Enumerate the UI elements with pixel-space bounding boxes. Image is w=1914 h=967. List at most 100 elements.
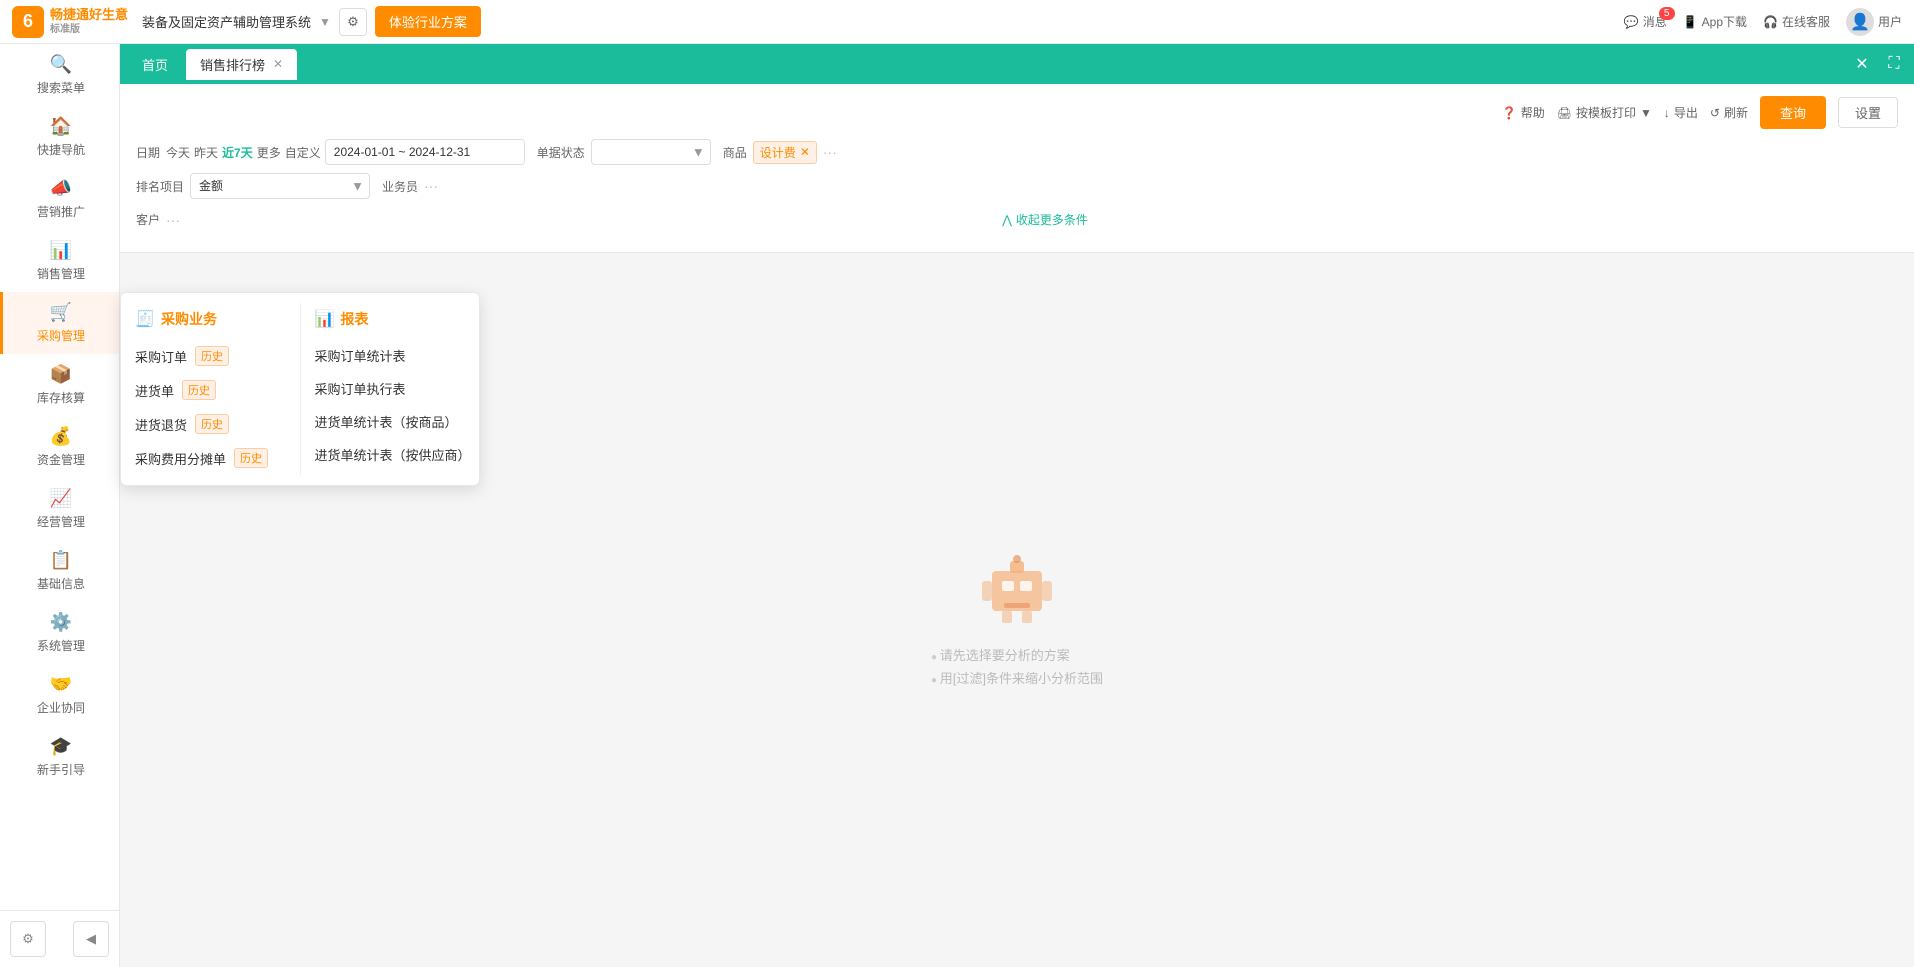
query-button[interactable]: 查询	[1760, 96, 1826, 129]
filter-row-1: 日期 今天 昨天 近7天 更多 自定义 单据状态 ▼	[136, 139, 1898, 165]
empty-hint-1: 请先选择要分析的方案	[931, 643, 1103, 666]
history-badge: 历史	[195, 414, 229, 434]
report-menu-item[interactable]: 进货单统计表（按供应商）	[311, 438, 470, 471]
sidebar-item-basic[interactable]: 📋 基础信息	[0, 540, 119, 602]
tab-sales-rank[interactable]: 销售排行榜 ✕	[186, 49, 297, 80]
top-bar: 6 畅捷通好生意 标准版 装备及固定资产辅助管理系统 ▼ ⚙ 体验行业方案 💬 …	[0, 0, 1914, 44]
logo-icon: 6	[12, 6, 44, 38]
filter-area: ❓ 帮助 🖨 按模板打印 ▼ ↓ 导出 ↺ 刷新 查询 设置	[120, 84, 1914, 253]
gear-button[interactable]: ⚙	[339, 8, 367, 36]
sidebar-item-finance[interactable]: 💰 资金管理	[0, 416, 119, 478]
sidebar-label-system: 系统管理	[37, 637, 85, 654]
sidebar-item-system[interactable]: ⚙️ 系统管理	[0, 602, 119, 664]
collapse-label: 收起更多条件	[1016, 211, 1088, 228]
date-more-btn[interactable]: 更多	[257, 144, 281, 161]
purchase-menu-item[interactable]: 采购订单历史	[131, 339, 290, 373]
settings-button[interactable]: ⚙	[10, 921, 46, 957]
purchase-item-label: 采购订单	[135, 347, 187, 366]
purchase-dropdown-menu: 🧾 采购业务 采购订单历史进货单历史进货退货历史采购费用分摊单历史 📊 报表 采…	[120, 292, 480, 486]
date-range-input[interactable]	[325, 139, 525, 165]
refresh-label: 刷新	[1724, 104, 1748, 121]
salesperson-more-btn[interactable]: ···	[424, 178, 438, 194]
maximize-window-button[interactable]: ⛶	[1882, 52, 1906, 76]
filter-row-3: 客户 ··· ⋀ 收起更多条件	[136, 207, 1898, 232]
sidebar-icon-inventory: 📦	[50, 364, 72, 385]
sidebar-label-sales: 销售管理	[37, 265, 85, 282]
customer-label: 客户	[136, 211, 160, 228]
logo-text-block: 畅捷通好生意 标准版	[50, 7, 128, 37]
content-area: 首页销售排行榜✕ ✕ ⛶ ❓ 帮助 🖨 按模板打印 ▼ ↓	[120, 44, 1914, 967]
sidebar-item-operation[interactable]: 📈 经营管理	[0, 478, 119, 540]
online-service-button[interactable]: 🎧 在线客服	[1763, 13, 1830, 30]
goods-tag-close[interactable]: ✕	[800, 145, 810, 159]
filter-toolbar: ❓ 帮助 🖨 按模板打印 ▼ ↓ 导出 ↺ 刷新 查询 设置	[136, 96, 1898, 129]
industry-button[interactable]: 体验行业方案	[375, 6, 481, 37]
date-7days-btn[interactable]: 近7天	[222, 144, 253, 161]
sidebar-item-quick[interactable]: 🏠 快捷导航	[0, 106, 119, 168]
history-badge: 历史	[234, 448, 268, 468]
purchase-menu-item[interactable]: 采购费用分摊单历史	[131, 441, 290, 475]
refresh-button[interactable]: ↺ 刷新	[1710, 104, 1748, 121]
help-label: 帮助	[1521, 104, 1545, 121]
goods-label: 商品	[723, 144, 747, 161]
print-button[interactable]: 🖨 按模板打印 ▼	[1557, 104, 1652, 121]
report-menu-item[interactable]: 进货单统计表（按商品）	[311, 405, 470, 438]
sidebar-icon-sales: 📊	[50, 240, 72, 261]
close-window-button[interactable]: ✕	[1850, 52, 1874, 76]
purchase-menu-item[interactable]: 进货单历史	[131, 373, 290, 407]
help-button[interactable]: ❓ 帮助	[1502, 104, 1545, 121]
purchase-menu-item[interactable]: 进货退货历史	[131, 407, 290, 441]
user-button[interactable]: 👤 用户	[1846, 8, 1902, 36]
message-icon: 💬	[1624, 15, 1639, 29]
app-download-button[interactable]: 📱 App下载	[1683, 13, 1747, 30]
main-layout: 🔍 搜索菜单🏠 快捷导航📣 营销推广📊 销售管理🛒 采购管理📦 库存核算💰 资金…	[0, 44, 1914, 967]
date-filter: 日期 今天 昨天 近7天 更多 自定义	[136, 139, 525, 165]
date-custom-btn[interactable]: 自定义	[285, 144, 321, 161]
tab-home[interactable]: 首页	[128, 49, 182, 80]
goods-more-btn[interactable]: ···	[823, 144, 837, 160]
print-icon: 🖨	[1557, 106, 1572, 120]
app-label: App下载	[1702, 13, 1747, 30]
sidebar-item-guide[interactable]: 🎓 新手引导	[0, 726, 119, 788]
sidebar: 🔍 搜索菜单🏠 快捷导航📣 营销推广📊 销售管理🛒 采购管理📦 库存核算💰 资金…	[0, 44, 120, 967]
empty-robot-icon	[967, 531, 1067, 631]
goods-filter: 商品 设计费 ✕ ···	[723, 141, 837, 164]
history-badge: 历史	[195, 346, 229, 366]
sidebar-item-purchase[interactable]: 🛒 采购管理	[0, 292, 119, 354]
tab-label-sales-rank: 销售排行榜	[200, 55, 265, 74]
message-button[interactable]: 💬 消息 5	[1624, 13, 1667, 30]
rank-select[interactable]: 金额	[190, 173, 370, 199]
message-badge: 5	[1659, 7, 1675, 20]
sidebar-item-inventory[interactable]: 📦 库存核算	[0, 354, 119, 416]
status-select[interactable]	[591, 139, 711, 165]
rank-label: 排名项目	[136, 178, 184, 195]
report-menu-item[interactable]: 采购订单统计表	[311, 339, 470, 372]
sidebar-item-enterprise[interactable]: 🤝 企业协同	[0, 664, 119, 726]
logo-sub: 标准版	[50, 23, 128, 36]
sidebar-label-search: 搜索菜单	[37, 79, 85, 96]
date-label: 日期	[136, 144, 160, 161]
customer-filter: 客户 ···	[136, 211, 180, 228]
user-label: 用户	[1878, 13, 1902, 30]
sys-title-dropdown-icon[interactable]: ▼	[319, 15, 331, 29]
date-today-btn[interactable]: 今天	[166, 144, 190, 161]
sidebar-label-inventory: 库存核算	[37, 389, 85, 406]
settings-button-filter[interactable]: 设置	[1838, 97, 1898, 128]
sidebar-icon-basic: 📋	[50, 550, 72, 571]
date-yesterday-btn[interactable]: 昨天	[194, 144, 218, 161]
export-button[interactable]: ↓ 导出	[1664, 104, 1698, 121]
report-menu-item[interactable]: 采购订单执行表	[311, 372, 470, 405]
empty-hint-2: 用[过滤]条件来缩小分析范围	[931, 666, 1103, 689]
sidebar-item-sales[interactable]: 📊 销售管理	[0, 230, 119, 292]
sidebar-label-guide: 新手引导	[37, 761, 85, 778]
tab-close-sales-rank[interactable]: ✕	[273, 57, 283, 71]
collapse-button[interactable]: ◀	[73, 921, 109, 957]
purchase-col: 🧾 采购业务 采购订单历史进货单历史进货退货历史采购费用分摊单历史	[121, 303, 300, 475]
collapse-button-filters[interactable]: ⋀ 收起更多条件	[998, 207, 1092, 232]
customer-more-btn[interactable]: ···	[166, 212, 180, 228]
sidebar-item-marketing[interactable]: 📣 营销推广	[0, 168, 119, 230]
service-label: 在线客服	[1782, 13, 1830, 30]
sidebar-item-search[interactable]: 🔍 搜索菜单	[0, 44, 119, 106]
sys-title-area: 装备及固定资产辅助管理系统 ▼ ⚙ 体验行业方案	[142, 6, 1614, 37]
sidebar-bottom: ⚙ ◀	[0, 910, 119, 967]
